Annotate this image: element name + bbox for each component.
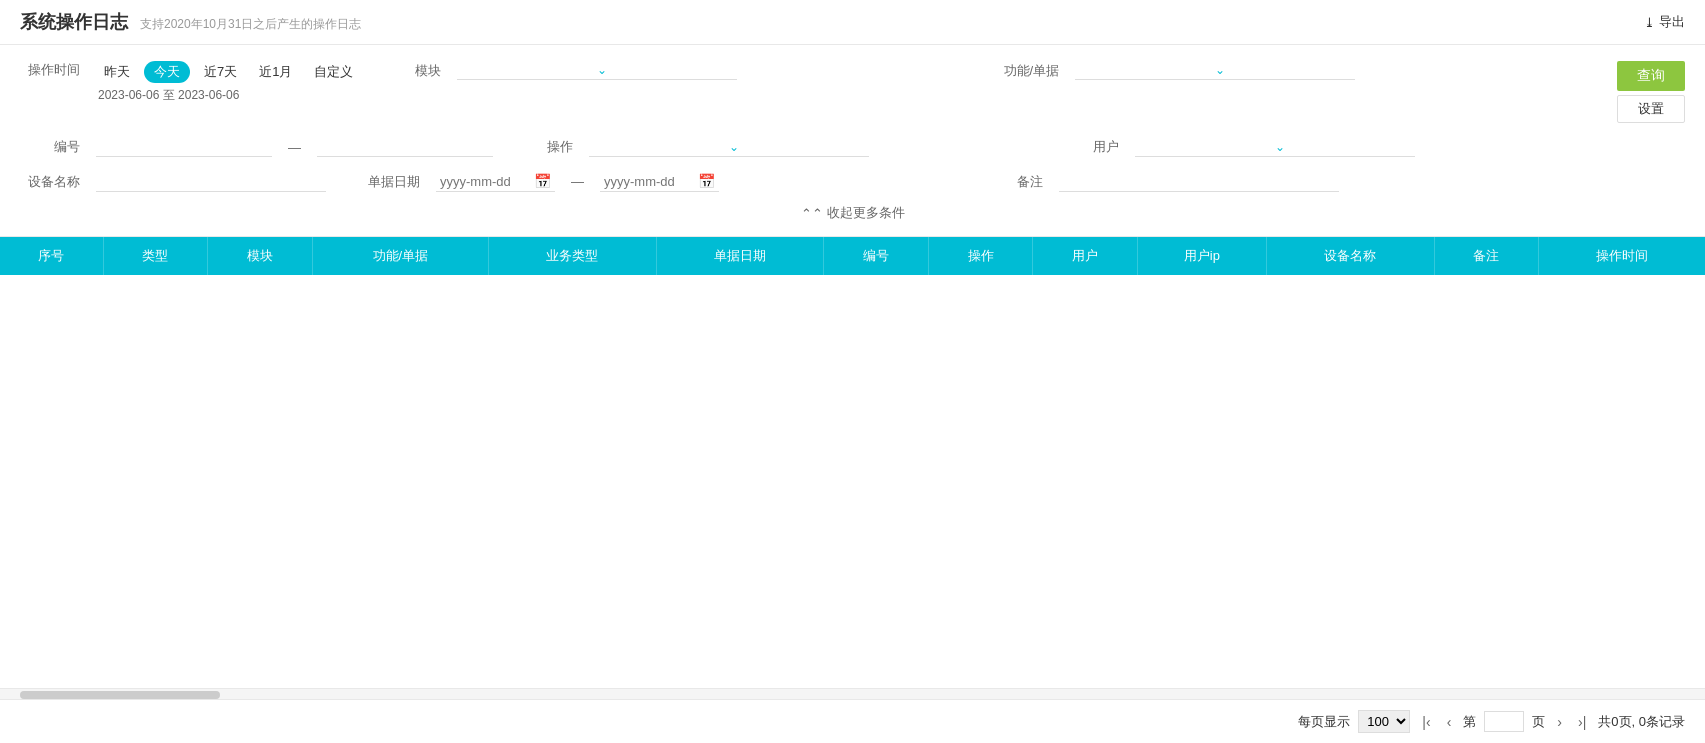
number-label: 编号 [20,138,80,156]
page-unit: 页 [1532,713,1545,731]
date-end-wrapper: 📅 [600,171,719,192]
collapse-label: 收起更多条件 [827,204,905,222]
function-label: 功能/单据 [999,62,1059,80]
module-select[interactable]: ⌄ [457,61,737,80]
remark-input[interactable] [1059,172,1339,192]
page-number-input[interactable]: 1 [1484,711,1524,732]
scrollbar-thumb[interactable] [20,691,220,699]
time-btn-today[interactable]: 今天 [144,61,190,83]
voucher-date-label: 单据日期 [360,173,420,191]
table-header-row: 序号 类型 模块 功能/单据 业务类型 单据日期 编号 操作 用户 用户ip 设… [0,237,1705,275]
device-label: 设备名称 [20,173,80,191]
number-start-input[interactable] [96,137,272,157]
time-filter-content: 昨天 今天 近7天 近1月 自定义 2023-06-06 至 2023-06-0… [96,61,361,104]
per-page-label: 每页显示 [1298,713,1350,731]
data-table: 序号 类型 模块 功能/单据 业务类型 单据日期 编号 操作 用户 用户ip 设… [0,237,1705,275]
first-page-button[interactable]: |‹ [1418,712,1434,732]
main-content: 序号 类型 模块 功能/单据 业务类型 单据日期 编号 操作 用户 用户ip 设… [0,237,1705,688]
operation-select[interactable]: ⌄ [589,138,869,157]
col-device: 设备名称 [1266,237,1434,275]
time-btn-yesterday[interactable]: 昨天 [96,61,138,83]
last-page-button[interactable]: ›| [1574,712,1590,732]
module-chevron-icon: ⌄ [597,63,733,77]
col-function: 功能/单据 [312,237,488,275]
col-type: 类型 [103,237,207,275]
pagination-bar: 每页显示 100 50 200 |‹ ‹ 第 1 页 › ›| 共0页, 0条记… [0,700,1705,743]
col-optime: 操作时间 [1538,237,1705,275]
time-label: 操作时间 [20,61,80,79]
calendar-start-icon[interactable]: 📅 [534,173,551,189]
empty-area [0,275,1705,625]
user-select[interactable]: ⌄ [1135,138,1415,157]
number-end-input[interactable] [317,137,493,157]
date-start-wrapper: 📅 [436,171,555,192]
col-userip: 用户ip [1137,237,1266,275]
date-start-input[interactable] [440,174,530,189]
col-index: 序号 [0,237,103,275]
time-btn-7days[interactable]: 近7天 [196,61,245,83]
filter-area: 操作时间 昨天 今天 近7天 近1月 自定义 2023-06-06 至 2023… [0,45,1705,237]
function-select[interactable]: ⌄ [1075,61,1355,80]
page-label: 第 [1463,713,1476,731]
collapse-up-icon: ⌃⌃ [801,206,823,221]
remark-label: 备注 [983,173,1043,191]
collapse-button[interactable]: ⌃⌃ 收起更多条件 [801,204,905,222]
col-biztype: 业务类型 [489,237,657,275]
export-button[interactable]: ⤓ 导出 [1644,13,1685,31]
settings-button[interactable]: 设置 [1617,95,1685,123]
user-chevron-icon: ⌄ [1275,140,1411,154]
col-remark: 备注 [1434,237,1538,275]
time-btn-1month[interactable]: 近1月 [251,61,300,83]
collapse-bar: ⌃⌃ 收起更多条件 [20,198,1685,226]
function-chevron-icon: ⌄ [1215,63,1351,77]
page-title: 系统操作日志 [20,10,128,34]
time-range-display: 2023-06-06 至 2023-06-06 [96,87,361,104]
col-number: 编号 [824,237,928,275]
operation-label: 操作 [513,138,573,156]
total-text: 共0页, 0条记录 [1598,713,1685,731]
number-dash: — [288,140,301,155]
calendar-end-icon[interactable]: 📅 [698,173,715,189]
col-user: 用户 [1033,237,1137,275]
col-operation: 操作 [928,237,1032,275]
operation-chevron-icon: ⌄ [729,140,865,154]
export-label: 导出 [1659,13,1685,31]
col-module: 模块 [208,237,312,275]
col-voucherdate: 单据日期 [656,237,824,275]
time-btn-custom[interactable]: 自定义 [306,61,361,83]
query-button[interactable]: 查询 [1617,61,1685,91]
next-page-button[interactable]: › [1553,712,1566,732]
horizontal-scrollbar[interactable] [0,688,1705,700]
page-subtitle: 支持2020年10月31日之后产生的操作日志 [140,16,361,33]
date-dash: — [571,174,584,189]
action-buttons: 查询 设置 [1617,61,1685,123]
header-left: 系统操作日志 支持2020年10月31日之后产生的操作日志 [20,10,361,34]
user-label: 用户 [1059,138,1119,156]
date-end-input[interactable] [604,174,694,189]
prev-page-button[interactable]: ‹ [1443,712,1456,732]
device-input[interactable] [96,172,326,192]
export-icon: ⤓ [1644,15,1655,30]
page-header: 系统操作日志 支持2020年10月31日之后产生的操作日志 ⤓ 导出 [0,0,1705,45]
table-header: 序号 类型 模块 功能/单据 业务类型 单据日期 编号 操作 用户 用户ip 设… [0,237,1705,275]
module-label: 模块 [381,62,441,80]
time-buttons: 昨天 今天 近7天 近1月 自定义 [96,61,361,83]
per-page-select[interactable]: 100 50 200 [1358,710,1410,733]
